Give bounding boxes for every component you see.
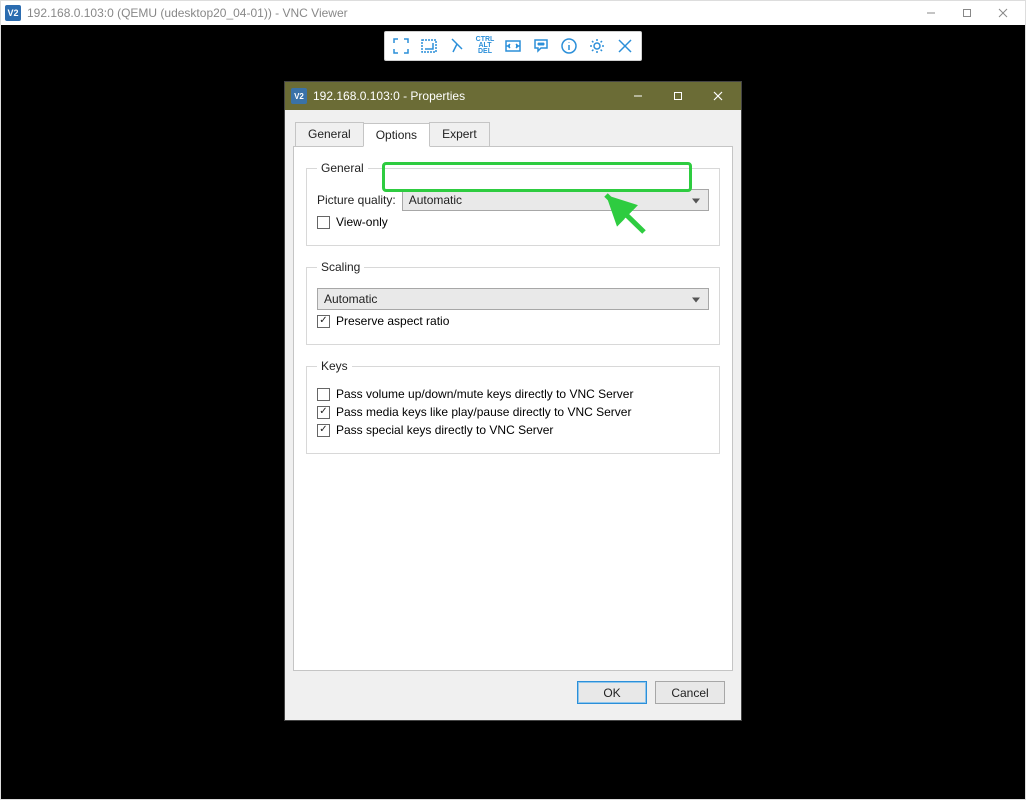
- dialog-close-button[interactable]: [701, 85, 735, 107]
- tab-expert[interactable]: Expert: [429, 122, 490, 146]
- group-general: General Picture quality: Automatic View-…: [306, 161, 720, 246]
- picture-quality-label: Picture quality:: [317, 193, 396, 207]
- pass-media-checkbox[interactable]: ✓ Pass media keys like play/pause direct…: [317, 405, 709, 419]
- pass-volume-label: Pass volume up/down/mute keys directly t…: [336, 387, 633, 401]
- ctrl-alt-del-icon[interactable]: CTRLALTDEL: [475, 36, 495, 56]
- close-icon: [713, 91, 723, 101]
- dialog-title: 192.168.0.103:0 - Properties: [313, 89, 465, 103]
- preserve-aspect-label: Preserve aspect ratio: [336, 314, 449, 328]
- minimize-icon: [633, 91, 643, 101]
- vnc-app-icon: V2: [5, 5, 21, 21]
- dialog-minimize-button[interactable]: [621, 85, 655, 107]
- checkbox-icon: ✓: [317, 424, 330, 437]
- vnc-toolbar: CTRLALTDEL: [384, 31, 642, 61]
- fit-window-icon[interactable]: [419, 36, 439, 56]
- scaling-combo[interactable]: Automatic: [317, 288, 709, 310]
- outer-window-controls: [913, 3, 1021, 23]
- close-icon: [998, 8, 1008, 18]
- group-general-legend: General: [317, 161, 368, 175]
- settings-icon[interactable]: [587, 36, 607, 56]
- group-scaling-legend: Scaling: [317, 260, 364, 274]
- dialog-maximize-button[interactable]: [661, 85, 695, 107]
- minimize-button[interactable]: [913, 3, 949, 23]
- ok-button[interactable]: OK: [577, 681, 647, 704]
- vnc-viewer-window: V2 192.168.0.103:0 (QEMU (udesktop20_04-…: [0, 0, 1026, 800]
- maximize-button[interactable]: [949, 3, 985, 23]
- pass-special-label: Pass special keys directly to VNC Server: [336, 423, 553, 437]
- maximize-icon: [673, 91, 683, 101]
- checkbox-icon: [317, 388, 330, 401]
- tab-general[interactable]: General: [295, 122, 364, 146]
- group-scaling: Scaling Automatic ✓ Preserve aspect rati…: [306, 260, 720, 345]
- close-session-icon[interactable]: [615, 36, 635, 56]
- pass-special-checkbox[interactable]: ✓ Pass special keys directly to VNC Serv…: [317, 423, 709, 437]
- chat-icon[interactable]: [531, 36, 551, 56]
- outer-window-title: 192.168.0.103:0 (QEMU (udesktop20_04-01)…: [27, 6, 348, 20]
- view-only-checkbox[interactable]: View-only: [317, 215, 709, 229]
- pass-media-label: Pass media keys like play/pause directly…: [336, 405, 631, 419]
- dialog-body: General Options Expert General Picture q…: [285, 110, 741, 720]
- group-keys: Keys Pass volume up/down/mute keys direc…: [306, 359, 720, 454]
- tab-options[interactable]: Options: [363, 123, 430, 147]
- group-keys-legend: Keys: [317, 359, 352, 373]
- info-icon[interactable]: [559, 36, 579, 56]
- transfer-files-icon[interactable]: [503, 36, 523, 56]
- dialog-button-bar: OK Cancel: [291, 675, 735, 714]
- tab-strip: General Options Expert: [295, 122, 735, 146]
- properties-dialog: V2 192.168.0.103:0 - Properties General …: [284, 81, 742, 721]
- outer-titlebar: V2 192.168.0.103:0 (QEMU (udesktop20_04-…: [1, 1, 1025, 25]
- pin-icon[interactable]: [447, 36, 467, 56]
- maximize-icon: [962, 8, 972, 18]
- options-panel: General Picture quality: Automatic View-…: [293, 146, 733, 671]
- checkbox-icon: ✓: [317, 315, 330, 328]
- picture-quality-value: Automatic: [409, 193, 462, 207]
- view-only-label: View-only: [336, 215, 388, 229]
- cancel-button[interactable]: Cancel: [655, 681, 725, 704]
- picture-quality-combo[interactable]: Automatic: [402, 189, 709, 211]
- checkbox-icon: ✓: [317, 406, 330, 419]
- pass-volume-checkbox[interactable]: Pass volume up/down/mute keys directly t…: [317, 387, 709, 401]
- dialog-app-icon: V2: [291, 88, 307, 104]
- checkbox-icon: [317, 216, 330, 229]
- preserve-aspect-checkbox[interactable]: ✓ Preserve aspect ratio: [317, 314, 709, 328]
- fullscreen-icon[interactable]: [391, 36, 411, 56]
- close-button[interactable]: [985, 3, 1021, 23]
- scaling-value: Automatic: [324, 292, 377, 306]
- minimize-icon: [926, 8, 936, 18]
- remote-viewport[interactable]: CTRLALTDEL V2 192.168.0.103:0 - Propert: [1, 25, 1025, 799]
- dialog-titlebar[interactable]: V2 192.168.0.103:0 - Properties: [285, 82, 741, 110]
